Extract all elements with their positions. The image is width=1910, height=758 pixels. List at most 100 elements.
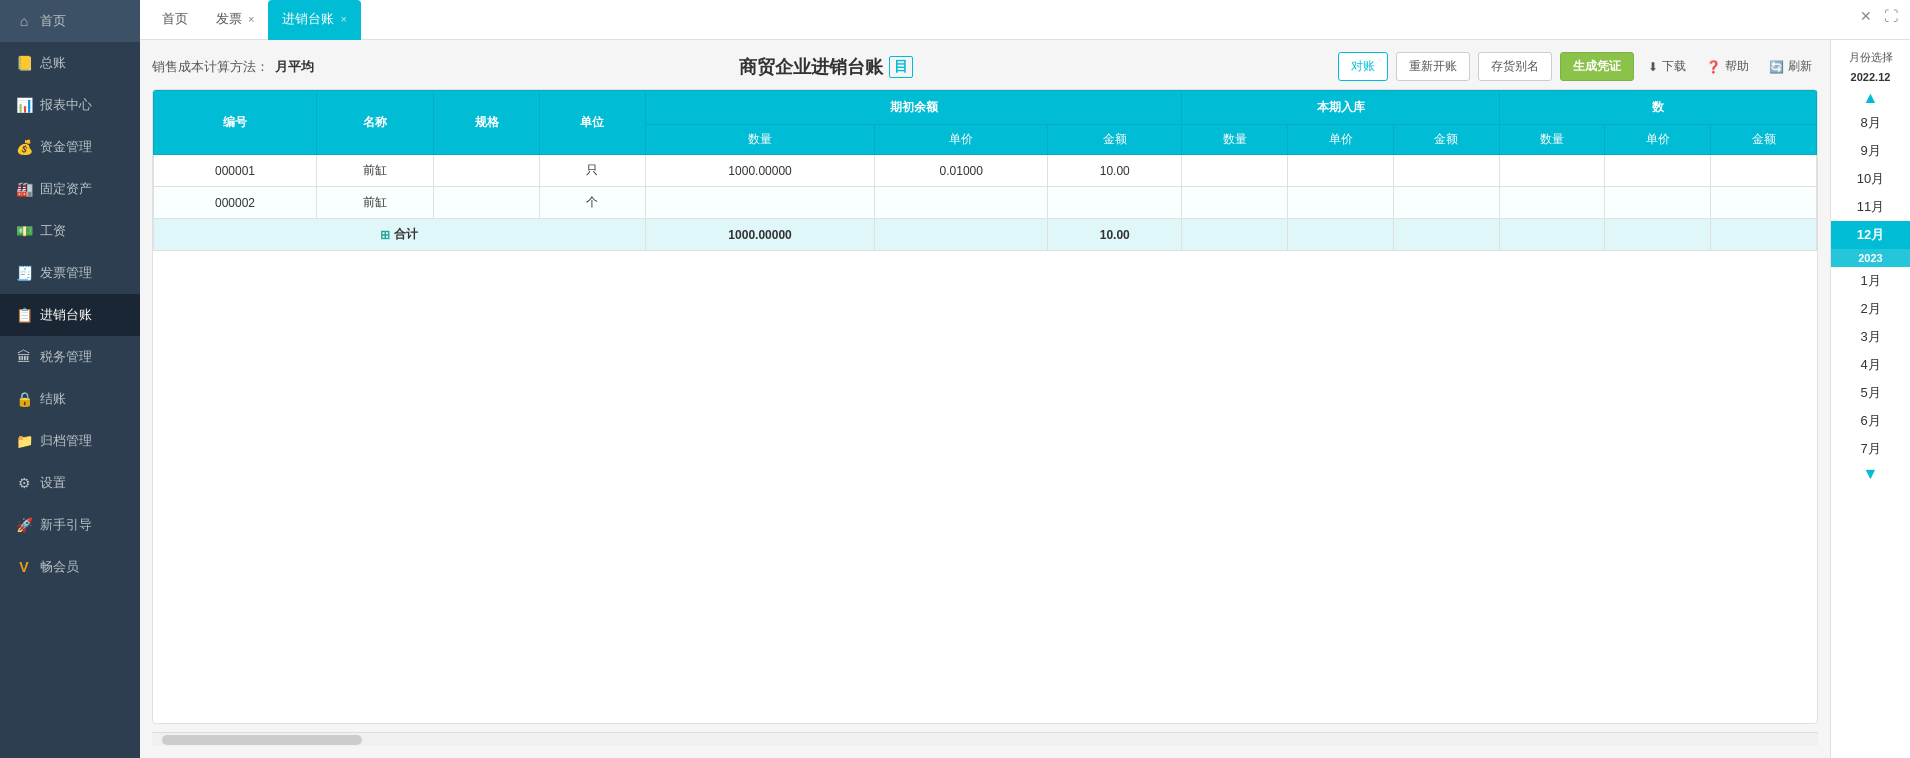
total-in-qty	[1182, 219, 1288, 251]
month-panel-title: 月份选择	[1849, 46, 1893, 69]
sidebar: ⌂ 首页 📒 总账 📊 报表中心 💰 资金管理 🏭 固定资产 💵 工资 🧾 发票…	[0, 0, 140, 758]
cost-method-value: 月平均	[275, 58, 314, 76]
sidebar-item-closing[interactable]: 🔒 结账	[0, 378, 140, 420]
month-item-1[interactable]: 1月	[1831, 267, 1910, 295]
total-label-cell: ⊞ 合计	[154, 219, 646, 251]
reconcile-button[interactable]: 对账	[1338, 52, 1388, 81]
sidebar-item-label: 首页	[40, 12, 66, 30]
month-item-9[interactable]: 9月	[1831, 137, 1910, 165]
cell-name: 前缸	[317, 187, 434, 219]
cell-extra-price	[1605, 155, 1711, 187]
tax-icon: 🏛	[16, 349, 32, 365]
inventory-icon: 📋	[16, 307, 32, 323]
maximize-button[interactable]: ⛶	[1882, 6, 1900, 26]
col-extra-qty: 数量	[1499, 125, 1605, 155]
month-item-8[interactable]: 8月	[1831, 109, 1910, 137]
sidebar-item-label: 报表中心	[40, 96, 92, 114]
month-scroll-down[interactable]: ▼	[1831, 463, 1910, 485]
refresh-icon: 🔄	[1769, 60, 1784, 74]
sidebar-item-home[interactable]: ⌂ 首页	[0, 0, 140, 42]
tab-invoice-close[interactable]: ×	[248, 13, 254, 25]
sidebar-item-vip[interactable]: V 畅会员	[0, 546, 140, 588]
sidebar-item-assets[interactable]: 🏭 固定资产	[0, 168, 140, 210]
horizontal-scrollbar[interactable]	[152, 732, 1818, 746]
refresh-button[interactable]: 🔄 刷新	[1763, 54, 1818, 79]
sidebar-item-invoice-mgmt[interactable]: 🧾 发票管理	[0, 252, 140, 294]
total-row: ⊞ 合计 1000.00000 10.00	[154, 219, 1817, 251]
sidebar-item-funds[interactable]: 💰 资金管理	[0, 126, 140, 168]
inventory-table: 编号 名称 规格 单位 期初余额 本期入库 数 数量 单价 金额 数	[153, 90, 1817, 251]
download-button[interactable]: ⬇ 下载	[1642, 54, 1692, 79]
ledger-icon: 📒	[16, 55, 32, 71]
cell-spec	[434, 187, 540, 219]
month-item-10[interactable]: 10月	[1831, 165, 1910, 193]
page-title-text: 商贸企业进销台账	[739, 55, 883, 79]
closing-icon: 🔒	[16, 391, 32, 407]
cell-extra-qty	[1499, 155, 1605, 187]
sidebar-item-ledger[interactable]: 📒 总账	[0, 42, 140, 84]
cell-open-price: 0.01000	[875, 155, 1048, 187]
month-item-5[interactable]: 5月	[1831, 379, 1910, 407]
col-unit: 单位	[539, 91, 645, 155]
generate-voucher-button[interactable]: 生成凭证	[1560, 52, 1634, 81]
refresh-label: 刷新	[1788, 58, 1812, 75]
reopen-button[interactable]: 重新开账	[1396, 52, 1470, 81]
sidebar-item-guide[interactable]: 🚀 新手引导	[0, 504, 140, 546]
month-item-4[interactable]: 4月	[1831, 351, 1910, 379]
cell-extra-amount	[1711, 155, 1817, 187]
col-extra-amount: 金额	[1711, 125, 1817, 155]
sidebar-item-label: 设置	[40, 474, 66, 492]
tabs-bar: 首页 发票 × 进销台账 ×	[140, 0, 1910, 40]
month-item-6[interactable]: 6月	[1831, 407, 1910, 435]
total-extra-amount	[1711, 219, 1817, 251]
total-label-text: 合计	[394, 226, 418, 243]
cell-unit: 个	[539, 187, 645, 219]
month-panel: 月份选择 2022.12 ▲ 8月 9月 10月 11月 12月 2023 1月…	[1830, 40, 1910, 758]
funds-icon: 💰	[16, 139, 32, 155]
col-name: 名称	[317, 91, 434, 155]
tab-inventory[interactable]: 进销台账 ×	[268, 0, 360, 40]
month-item-2[interactable]: 2月	[1831, 295, 1910, 323]
cell-extra-amount	[1711, 187, 1817, 219]
sidebar-item-label: 资金管理	[40, 138, 92, 156]
month-scroll-up[interactable]: ▲	[1831, 87, 1910, 109]
sidebar-item-reports[interactable]: 📊 报表中心	[0, 84, 140, 126]
tab-invoice[interactable]: 发票 ×	[202, 0, 268, 40]
close-button[interactable]: ✕	[1858, 6, 1874, 26]
sidebar-item-archive[interactable]: 📁 归档管理	[0, 420, 140, 462]
col-code: 编号	[154, 91, 317, 155]
sidebar-item-payroll[interactable]: 💵 工资	[0, 210, 140, 252]
month-item-12[interactable]: 12月	[1831, 221, 1910, 249]
cell-open-price	[875, 187, 1048, 219]
month-item-11[interactable]: 11月	[1831, 193, 1910, 221]
cell-in-qty	[1182, 187, 1288, 219]
sidebar-item-label: 工资	[40, 222, 66, 240]
month-item-3[interactable]: 3月	[1831, 323, 1910, 351]
sidebar-item-settings[interactable]: ⚙ 设置	[0, 462, 140, 504]
help-icon: ❓	[1706, 60, 1721, 74]
sidebar-item-inventory[interactable]: 📋 进销台账	[0, 294, 140, 336]
cell-open-amount: 10.00	[1048, 155, 1182, 187]
col-open-price: 单价	[875, 125, 1048, 155]
sidebar-item-label: 固定资产	[40, 180, 92, 198]
help-button[interactable]: ❓ 帮助	[1700, 54, 1755, 79]
table-wrap: 编号 名称 规格 单位 期初余额 本期入库 数 数量 单价 金额 数	[152, 89, 1818, 724]
col-period-in: 本期入库	[1182, 91, 1499, 125]
scrollbar-thumb[interactable]	[162, 735, 362, 745]
sidebar-item-label: 新手引导	[40, 516, 92, 534]
save-alias-button[interactable]: 存货别名	[1478, 52, 1552, 81]
col-open-amount: 金额	[1048, 125, 1182, 155]
total-in-price	[1288, 219, 1394, 251]
tab-inventory-close[interactable]: ×	[340, 13, 346, 25]
cell-code: 000001	[154, 155, 317, 187]
help-label: 帮助	[1725, 58, 1749, 75]
cell-in-amount	[1393, 187, 1499, 219]
tab-home[interactable]: 首页	[148, 0, 202, 40]
total-extra-price	[1605, 219, 1711, 251]
cell-open-qty: 1000.00000	[645, 155, 875, 187]
col-in-qty: 数量	[1182, 125, 1288, 155]
sidebar-item-tax[interactable]: 🏛 税务管理	[0, 336, 140, 378]
month-item-7[interactable]: 7月	[1831, 435, 1910, 463]
cell-in-amount	[1393, 155, 1499, 187]
doc-icon[interactable]: 目	[889, 56, 913, 78]
